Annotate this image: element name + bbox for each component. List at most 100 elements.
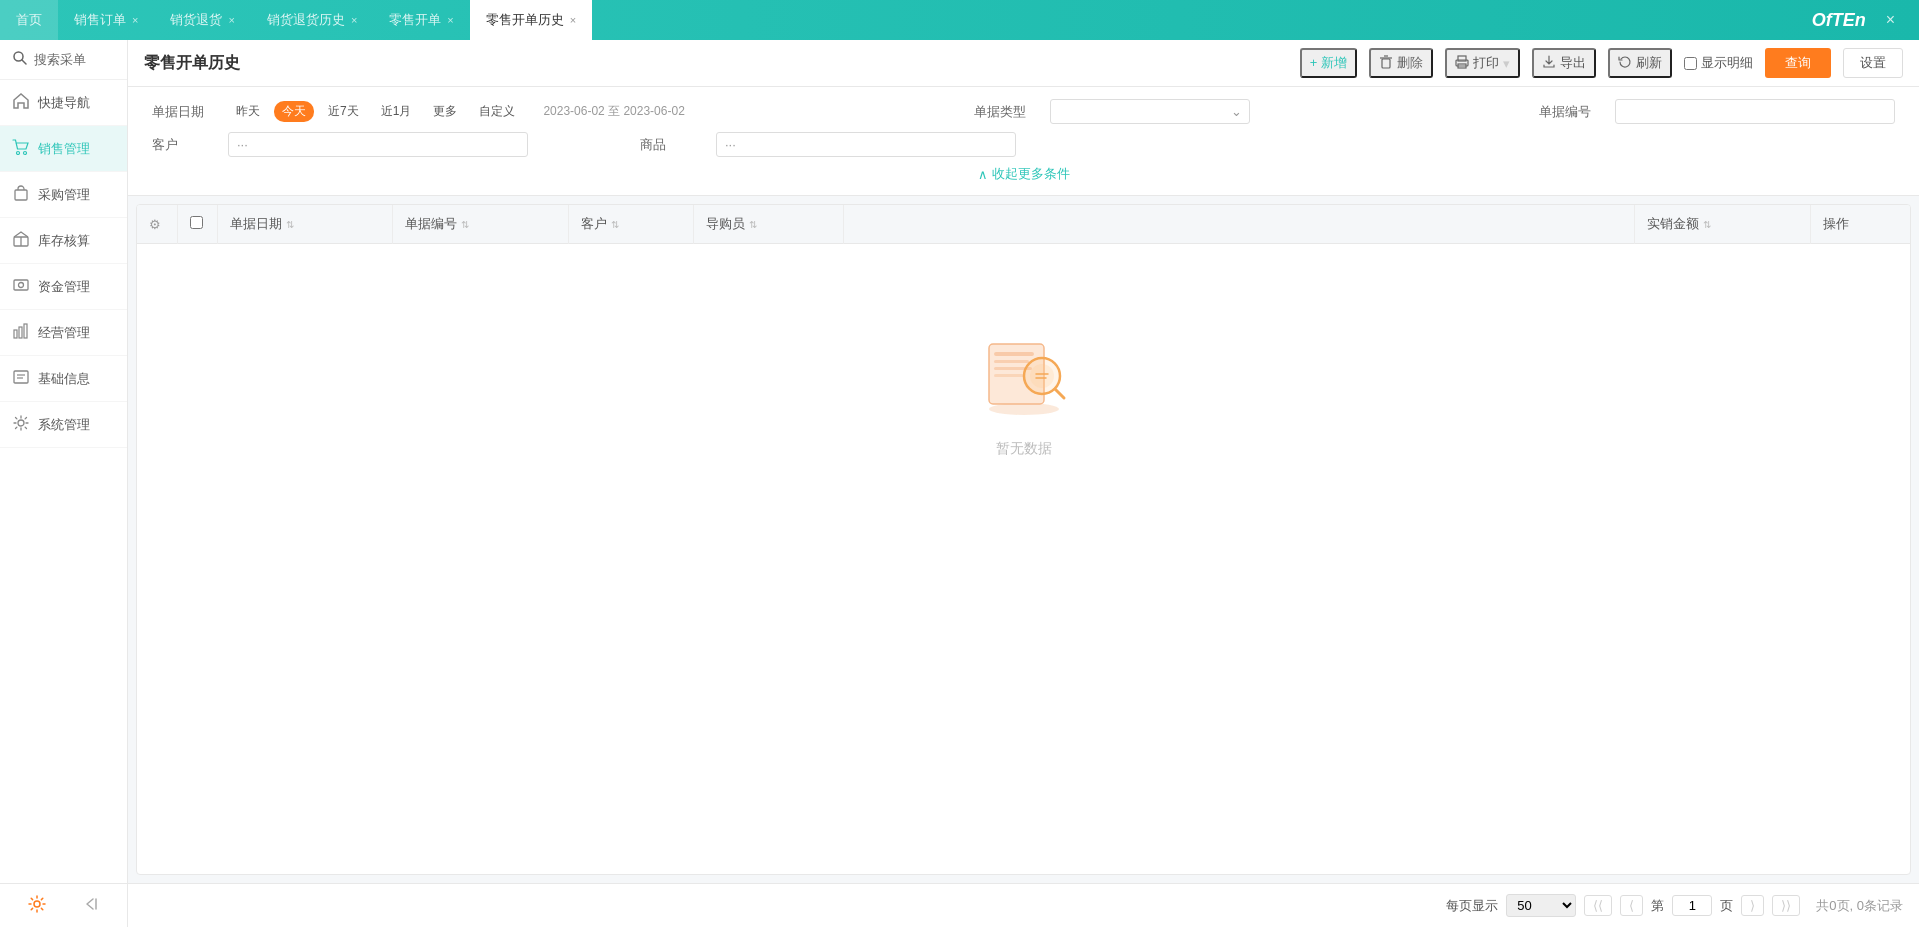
tab-sales-return-history[interactable]: 销货退货历史 × xyxy=(251,0,373,40)
tab-home[interactable]: 首页 xyxy=(0,0,58,40)
tab-retail-open-history-close[interactable]: × xyxy=(570,14,576,26)
sidebar-item-sys-mgmt-label: 系统管理 xyxy=(38,416,90,434)
tab-retail-open[interactable]: 零售开单 × xyxy=(373,0,469,40)
sidebar-search[interactable]: 搜索采单 xyxy=(0,40,127,80)
svg-rect-27 xyxy=(994,360,1029,363)
date-btn-more[interactable]: 更多 xyxy=(425,101,465,122)
col-customer-sort-icon[interactable]: ⇅ xyxy=(611,219,619,230)
refresh-label: 刷新 xyxy=(1636,54,1662,72)
main-layout: 搜索采单 快捷导航 销售管理 xyxy=(0,40,1919,927)
col-date-sort-icon[interactable]: ⇅ xyxy=(286,219,294,230)
pagination-summary: 共0页, 0条记录 xyxy=(1816,897,1903,915)
sidebar-item-operation[interactable]: 经营管理 xyxy=(0,310,127,356)
date-btn-1month[interactable]: 近1月 xyxy=(373,101,420,122)
display-detail-checkbox[interactable] xyxy=(1684,57,1697,70)
tab-sales-return-close[interactable]: × xyxy=(228,14,234,26)
bag-icon xyxy=(12,184,30,205)
sidebar-item-quick-nav[interactable]: 快捷导航 xyxy=(0,80,127,126)
settings-bottom-icon[interactable] xyxy=(27,894,47,917)
tab-sales-return-history-close[interactable]: × xyxy=(351,14,357,26)
page-last-btn[interactable]: ⟩⟩ xyxy=(1772,895,1800,916)
svg-point-3 xyxy=(24,152,27,155)
select-all-checkbox[interactable] xyxy=(190,216,203,229)
sidebar-item-finance[interactable]: 资金管理 xyxy=(0,264,127,310)
search-icon xyxy=(12,50,28,69)
sidebar-search-label: 搜索采单 xyxy=(34,51,86,69)
export-label: 导出 xyxy=(1560,54,1586,72)
col-amount: 实销金额 ⇅ xyxy=(1634,205,1810,244)
svg-rect-9 xyxy=(14,330,17,338)
export-icon xyxy=(1542,55,1556,72)
sidebar-bottom xyxy=(0,883,127,927)
cart-icon xyxy=(12,138,30,159)
sidebar-item-basic-info[interactable]: 基础信息 xyxy=(0,356,127,402)
print-chevron-icon: ▾ xyxy=(1503,56,1510,71)
tab-retail-open-label: 零售开单 xyxy=(389,11,441,29)
tab-sales-return[interactable]: 销货退货 × xyxy=(154,0,250,40)
table-container: ⚙ 单据日期 ⇅ 单据编号 xyxy=(136,204,1911,875)
svg-line-32 xyxy=(1055,389,1064,398)
svg-point-24 xyxy=(989,403,1059,415)
settings-button[interactable]: 设置 xyxy=(1843,48,1903,78)
sidebar-item-basic-info-label: 基础信息 xyxy=(38,370,90,388)
display-detail-label: 显示明细 xyxy=(1701,54,1753,72)
col-salesperson: 导购员 ⇅ xyxy=(693,205,843,244)
date-btn-custom[interactable]: 自定义 xyxy=(471,101,523,122)
tab-retail-open-close[interactable]: × xyxy=(447,14,453,26)
page-prev-btn[interactable]: ⟨ xyxy=(1620,895,1643,916)
tab-sales-return-history-label: 销货退货历史 xyxy=(267,11,345,29)
delete-button[interactable]: 删除 xyxy=(1369,48,1433,78)
svg-rect-10 xyxy=(19,327,22,338)
tab-sales-order[interactable]: 销售订单 × xyxy=(58,0,154,40)
tab-sales-order-close[interactable]: × xyxy=(132,14,138,26)
print-icon xyxy=(1455,55,1469,72)
collapse-sidebar-icon[interactable] xyxy=(80,894,100,917)
display-detail-toggle[interactable]: 显示明细 xyxy=(1684,54,1753,72)
window-close-btn[interactable]: × xyxy=(1878,11,1903,29)
col-number-sort-icon[interactable]: ⇅ xyxy=(461,219,469,230)
content-area: 零售开单历史 + 新增 删除 xyxy=(128,40,1919,927)
per-page-select[interactable]: 10 20 50 100 xyxy=(1506,894,1576,917)
svg-rect-26 xyxy=(994,352,1034,356)
refresh-button[interactable]: 刷新 xyxy=(1608,48,1672,78)
page-label: 第 xyxy=(1651,897,1664,915)
sidebar-item-sales-mgmt[interactable]: 销售管理 xyxy=(0,126,127,172)
col-salesperson-sort-icon[interactable]: ⇅ xyxy=(749,219,757,230)
sidebar-item-purchase-mgmt[interactable]: 采购管理 xyxy=(0,172,127,218)
money-icon xyxy=(12,276,30,297)
goods-label: 商品 xyxy=(640,136,700,154)
sidebar-item-sys-mgmt[interactable]: 系统管理 xyxy=(0,402,127,448)
add-button[interactable]: + 新增 xyxy=(1300,48,1357,78)
col-amount-label: 实销金额 xyxy=(1647,215,1699,233)
collapse-up-icon: ∧ xyxy=(978,167,988,182)
date-btn-yesterday[interactable]: 昨天 xyxy=(228,101,268,122)
goods-input[interactable] xyxy=(716,132,1016,157)
page-suffix: 页 xyxy=(1720,897,1733,915)
sidebar-item-inventory[interactable]: 库存核算 xyxy=(0,218,127,264)
collapse-bar[interactable]: ∧ 收起更多条件 xyxy=(152,165,1895,183)
sidebar-item-sales-mgmt-label: 销售管理 xyxy=(38,140,90,158)
tab-retail-open-history[interactable]: 零售开单历史 × xyxy=(470,0,592,40)
home-icon xyxy=(12,92,30,113)
query-button[interactable]: 查询 xyxy=(1765,48,1831,78)
filter-area: 单据日期 昨天 今天 近7天 近1月 更多 自定义 2023-06-02 至 2… xyxy=(128,87,1919,196)
type-select[interactable] xyxy=(1050,99,1250,124)
print-button[interactable]: 打印 ▾ xyxy=(1445,48,1520,78)
page-first-btn[interactable]: ⟨⟨ xyxy=(1584,895,1612,916)
date-btn-today[interactable]: 今天 xyxy=(274,101,314,122)
table-settings-icon[interactable]: ⚙ xyxy=(149,217,161,232)
filter-date-btns: 昨天 今天 近7天 近1月 更多 自定义 xyxy=(228,101,523,122)
svg-point-16 xyxy=(34,901,40,907)
number-input[interactable] xyxy=(1615,99,1895,124)
export-button[interactable]: 导出 xyxy=(1532,48,1596,78)
date-btn-7days[interactable]: 近7天 xyxy=(320,101,367,122)
page-number-input[interactable] xyxy=(1672,895,1712,916)
svg-rect-11 xyxy=(24,324,27,338)
col-amount-sort-icon[interactable]: ⇅ xyxy=(1703,219,1711,230)
refresh-icon xyxy=(1618,55,1632,72)
page-next-btn[interactable]: ⟩ xyxy=(1741,895,1764,916)
svg-line-1 xyxy=(22,60,26,64)
customer-input[interactable] xyxy=(228,132,528,157)
svg-rect-29 xyxy=(994,374,1024,377)
sidebar-item-quick-nav-label: 快捷导航 xyxy=(38,94,90,112)
